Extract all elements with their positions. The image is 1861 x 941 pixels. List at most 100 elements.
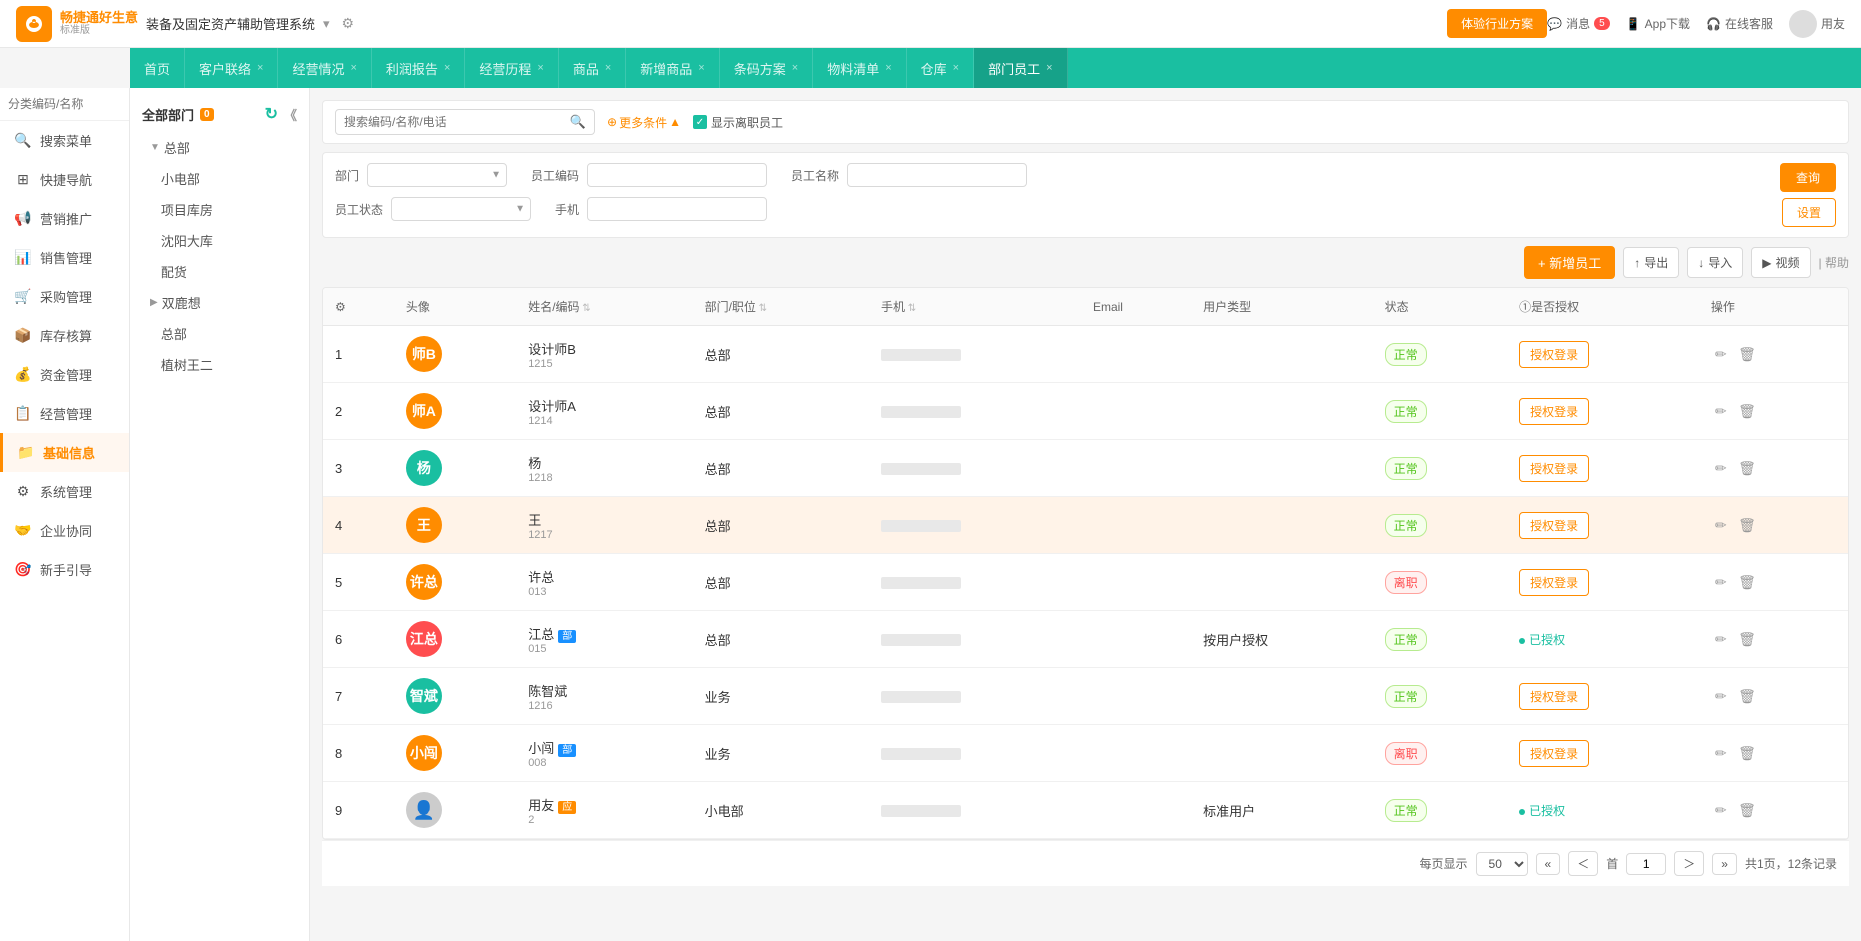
nav-tab-barcode[interactable]: 条码方案 × — [720, 48, 813, 88]
tree-item-project-warehouse[interactable]: 项目库房 — [130, 194, 309, 225]
sidebar-item-finance[interactable]: 💰 资金管理 — [0, 355, 129, 394]
auth-login-btn[interactable]: 授权登录 — [1519, 341, 1589, 368]
delete-btn[interactable]: 🗑 — [1734, 458, 1760, 479]
delete-btn[interactable]: 🗑 — [1734, 572, 1760, 593]
set-button[interactable]: 设置 — [1782, 198, 1836, 227]
nav-tab-dept-staff[interactable]: 部门员工 × — [974, 48, 1067, 88]
auth-login-btn[interactable]: 授权登录 — [1519, 740, 1589, 767]
delete-btn[interactable]: 🗑 — [1734, 344, 1760, 365]
prev-page-btn[interactable]: ＜ — [1568, 851, 1598, 876]
delete-btn[interactable]: 🗑 — [1734, 800, 1760, 821]
nav-tab-history[interactable]: 经营历程 × — [465, 48, 558, 88]
last-page-btn[interactable]: » — [1712, 853, 1737, 875]
nav-tab-home[interactable]: 首页 — [130, 48, 185, 88]
more-filter-btn[interactable]: ⊕ 更多条件 ▲ — [607, 114, 681, 131]
sidebar-item-sales[interactable]: 📊 销售管理 — [0, 238, 129, 277]
sidebar-item-purchase[interactable]: 🛒 采购管理 — [0, 277, 129, 316]
app-download-btn[interactable]: 📱 App下载 — [1626, 15, 1690, 32]
tree-item-distribution[interactable]: 配货 — [130, 256, 309, 287]
edit-btn[interactable]: ✏ — [1711, 572, 1731, 593]
export-button[interactable]: ↑ 导出 — [1623, 247, 1679, 278]
col-dept[interactable]: 部门/职位 — [693, 288, 869, 326]
per-page-select[interactable]: 50 — [1476, 852, 1528, 876]
col-phone[interactable]: 手机 — [869, 288, 1081, 326]
phone-input[interactable] — [587, 197, 767, 221]
trial-button[interactable]: 体验行业方案 — [1447, 9, 1547, 38]
close-icon[interactable]: × — [885, 62, 891, 74]
delete-btn[interactable]: 🗑 — [1734, 743, 1760, 764]
col-name[interactable]: 姓名/编码 — [516, 288, 692, 326]
emp-name-input[interactable] — [847, 163, 1027, 187]
user-menu[interactable]: 用友 — [1789, 10, 1845, 38]
show-resigned-toggle[interactable]: 显示离职员工 — [693, 114, 783, 131]
view-video-button[interactable]: ▶ 视频 — [1751, 247, 1810, 278]
nav-tab-bom[interactable]: 物料清单 × — [813, 48, 906, 88]
close-icon[interactable]: × — [953, 62, 959, 74]
col-settings[interactable]: ⚙ — [323, 288, 394, 326]
tree-item-headquarter-expand[interactable]: ▼ 总部 — [130, 132, 309, 163]
close-icon[interactable]: × — [792, 62, 798, 74]
nav-tab-goods[interactable]: 商品 × — [559, 48, 626, 88]
close-icon[interactable]: × — [350, 62, 356, 74]
sidebar-item-guide[interactable]: 🎯 新手引导 — [0, 550, 129, 589]
settings-gear-icon[interactable]: ⚙ — [338, 15, 359, 32]
close-icon[interactable]: × — [444, 62, 450, 74]
nav-tab-business[interactable]: 经营情况 × — [278, 48, 371, 88]
sidebar-item-nav[interactable]: ⊞ 快捷导航 — [0, 160, 129, 199]
delete-btn[interactable]: 🗑 — [1734, 515, 1760, 536]
edit-btn[interactable]: ✏ — [1711, 515, 1731, 536]
page-input[interactable] — [1626, 853, 1666, 875]
sidebar-search-input[interactable] — [8, 97, 130, 111]
tree-item-double-deer-expand[interactable]: ▶ 双鹿想 — [130, 287, 309, 318]
tree-item-planting[interactable]: 植树王二 — [130, 349, 309, 380]
close-icon[interactable]: × — [537, 62, 543, 74]
sidebar-item-inventory[interactable]: 📦 库存核算 — [0, 316, 129, 355]
tree-item-shenyang[interactable]: 沈阳大库 — [130, 225, 309, 256]
close-icon[interactable]: × — [605, 62, 611, 74]
nav-tab-new-goods[interactable]: 新增商品 × — [626, 48, 719, 88]
auth-login-btn[interactable]: 授权登录 — [1519, 683, 1589, 710]
delete-btn[interactable]: 🗑 — [1734, 629, 1760, 650]
resigned-checkbox[interactable] — [693, 115, 707, 129]
add-employee-button[interactable]: + 新增员工 — [1524, 246, 1615, 279]
collapse-tree-btn[interactable]: 《 — [284, 105, 297, 124]
nav-tab-warehouse[interactable]: 仓库 × — [907, 48, 974, 88]
query-button[interactable]: 查询 — [1780, 163, 1836, 192]
edit-btn[interactable]: ✏ — [1711, 743, 1731, 764]
sidebar-item-operation[interactable]: 📋 经营管理 — [0, 394, 129, 433]
sidebar-item-system[interactable]: ⚙ 系统管理 — [0, 472, 129, 511]
status-select[interactable] — [391, 197, 531, 221]
message-btn[interactable]: 💬 消息 5 — [1547, 15, 1610, 32]
close-icon[interactable]: × — [698, 62, 704, 74]
delete-btn[interactable]: 🗑 — [1734, 686, 1760, 707]
tree-item-hq2[interactable]: 总部 — [130, 318, 309, 349]
edit-btn[interactable]: ✏ — [1711, 800, 1731, 821]
sys-dropdown-arrow[interactable]: ▾ — [323, 16, 330, 32]
delete-btn[interactable]: 🗑 — [1734, 401, 1760, 422]
online-service-btn[interactable]: 🎧 在线客服 — [1706, 15, 1773, 32]
close-icon[interactable]: × — [1046, 62, 1052, 74]
next-page-btn[interactable]: ＞ — [1674, 851, 1704, 876]
edit-btn[interactable]: ✏ — [1711, 629, 1731, 650]
edit-btn[interactable]: ✏ — [1711, 344, 1731, 365]
first-page-btn[interactable]: « — [1536, 853, 1561, 875]
auth-login-btn[interactable]: 授权登录 — [1519, 512, 1589, 539]
sidebar-item-collab[interactable]: 🤝 企业协同 — [0, 511, 129, 550]
nav-tab-customer[interactable]: 客户联络 × — [185, 48, 278, 88]
nav-tab-profit[interactable]: 利润报告 × — [372, 48, 465, 88]
close-icon[interactable]: × — [257, 62, 263, 74]
sidebar-item-basic[interactable]: 📁 基础信息 — [0, 433, 129, 472]
edit-btn[interactable]: ✏ — [1711, 401, 1731, 422]
help-btn[interactable]: | 帮助 — [1819, 254, 1849, 271]
tree-item-small-electric[interactable]: 小电部 — [130, 163, 309, 194]
edit-btn[interactable]: ✏ — [1711, 686, 1731, 707]
auth-login-btn[interactable]: 授权登录 — [1519, 398, 1589, 425]
dept-select[interactable] — [367, 163, 507, 187]
search-input[interactable] — [344, 115, 566, 129]
search-icon[interactable]: 🔍 — [570, 114, 586, 130]
emp-code-input[interactable] — [587, 163, 767, 187]
sidebar-item-search[interactable]: 🔍 搜索菜单 — [0, 121, 129, 160]
import-button[interactable]: ↓ 导入 — [1687, 247, 1743, 278]
sidebar-item-marketing[interactable]: 📢 营销推广 — [0, 199, 129, 238]
refresh-tree-btn[interactable]: ↻ — [265, 104, 278, 124]
